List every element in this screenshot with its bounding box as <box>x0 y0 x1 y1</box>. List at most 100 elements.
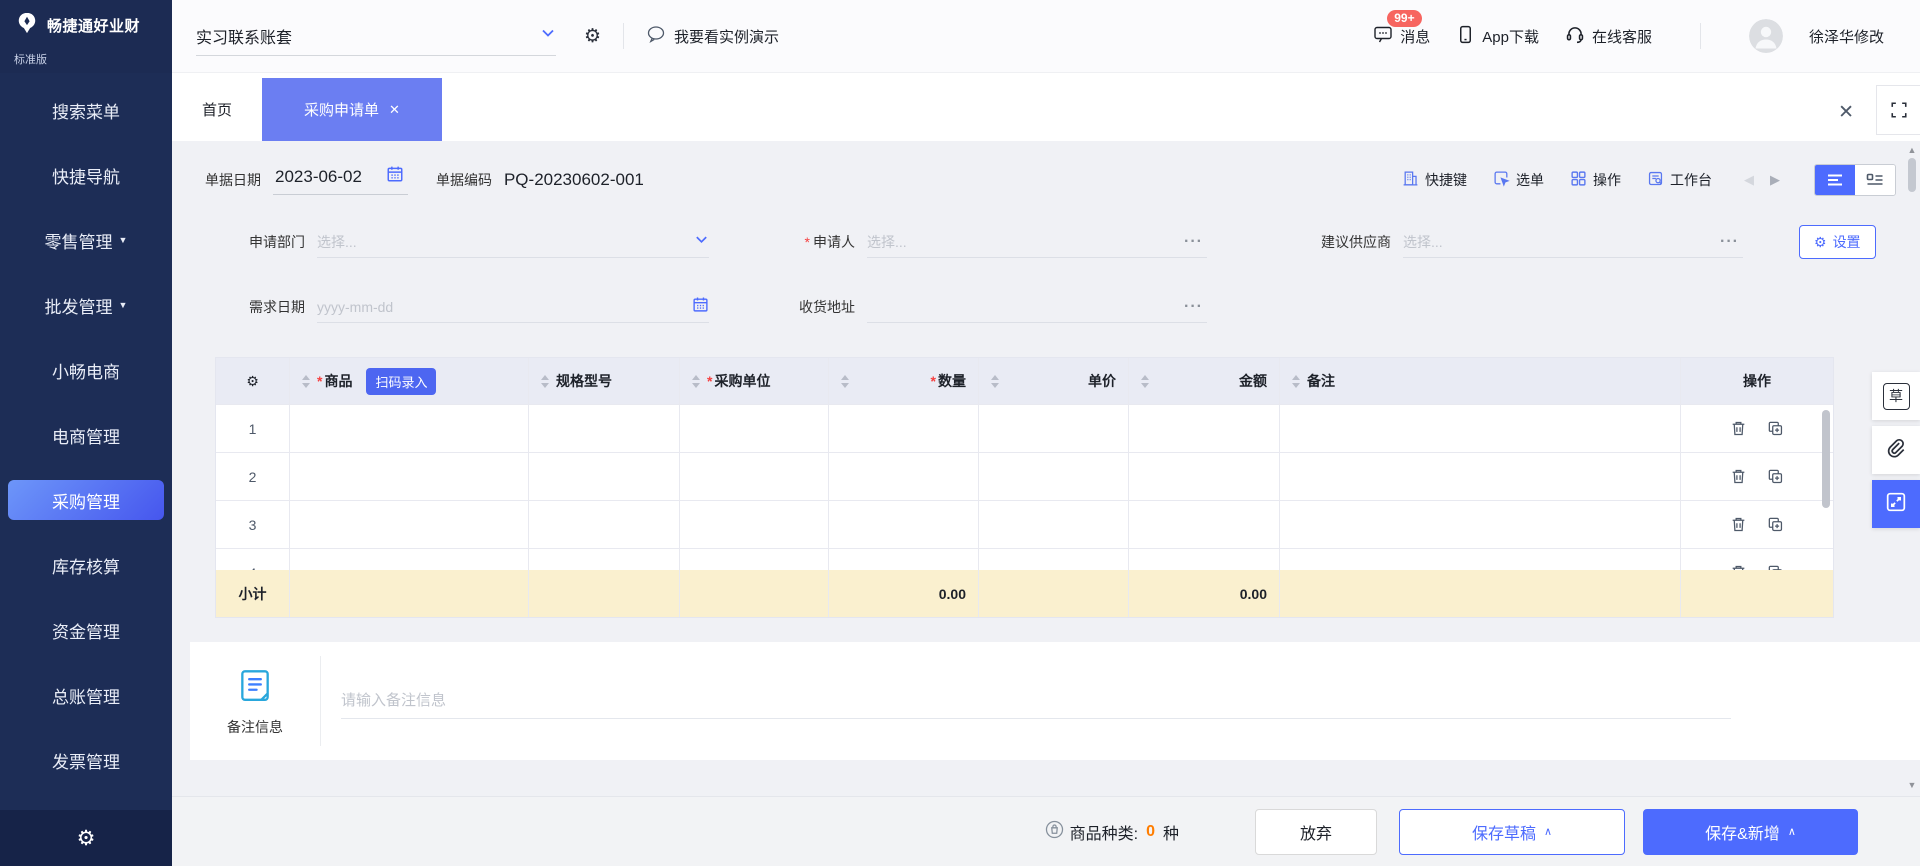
sidebar-item-4[interactable]: 小畅电商 <box>8 350 164 390</box>
sidebar-item-6[interactable]: 采购管理 <box>8 480 164 520</box>
settings-button[interactable]: ⚙ 设置 <box>1799 225 1876 259</box>
attachment-button[interactable] <box>1872 426 1920 474</box>
discard-button[interactable]: 放弃 <box>1255 808 1377 855</box>
copy-row-icon[interactable] <box>1767 516 1784 533</box>
next-doc-icon[interactable]: ▶ <box>1770 172 1780 188</box>
sidebar-item-8[interactable]: 资金管理 <box>8 610 164 650</box>
empty-cell[interactable] <box>1280 501 1681 548</box>
calendar-icon[interactable] <box>692 296 709 318</box>
empty-cell[interactable] <box>290 549 529 570</box>
sidebar-item-7[interactable]: 库存核算 <box>8 545 164 585</box>
tab-home[interactable]: 首页 <box>172 78 262 141</box>
tab-purchase-request[interactable]: 采购申请单 ✕ <box>262 78 442 141</box>
save-new-button[interactable]: 保存&新增 ∧ <box>1643 808 1858 855</box>
empty-cell[interactable] <box>290 453 529 500</box>
gear-icon[interactable]: ⚙ <box>584 25 601 48</box>
empty-cell[interactable] <box>680 501 829 548</box>
remark-input[interactable] <box>341 683 1731 719</box>
calendar-icon[interactable] <box>386 165 404 188</box>
gear-icon[interactable]: ⚙ <box>246 373 259 390</box>
online-service-button[interactable]: 在线客服 <box>1565 24 1652 48</box>
sort-icon[interactable] <box>541 374 549 388</box>
ellipsis-icon[interactable]: ··· <box>1716 233 1743 251</box>
delete-row-icon[interactable] <box>1730 420 1747 437</box>
gear-icon[interactable]: ⚙ <box>77 826 96 851</box>
app-download-button[interactable]: App下载 <box>1456 25 1539 48</box>
department-select[interactable] <box>317 233 694 250</box>
supplier-select[interactable] <box>1403 233 1717 250</box>
empty-cell[interactable] <box>680 549 829 570</box>
empty-cell[interactable] <box>1129 453 1280 500</box>
messages-button[interactable]: 99+ 消息 <box>1373 10 1430 48</box>
applicant-select[interactable] <box>867 233 1181 250</box>
sidebar-item-1[interactable]: 快捷导航 <box>8 155 164 195</box>
empty-cell[interactable] <box>290 501 529 548</box>
card-view-button[interactable] <box>1855 165 1895 195</box>
sidebar-item-2[interactable]: 零售管理 ▼ <box>8 220 164 260</box>
save-draft-button[interactable]: 保存草稿 ∧ <box>1399 808 1625 855</box>
copy-row-icon[interactable] <box>1767 420 1784 437</box>
toolbar-item-1[interactable]: 选单 <box>1493 170 1544 190</box>
draft-box-button[interactable]: 草 <box>1872 372 1920 420</box>
address-input[interactable] <box>867 298 1181 315</box>
sort-icon[interactable] <box>302 374 310 388</box>
empty-cell[interactable] <box>529 453 680 500</box>
empty-cell[interactable] <box>829 453 979 500</box>
chevron-down-icon[interactable] <box>694 232 709 252</box>
doc-date-field[interactable]: 2023-06-02 <box>273 165 408 195</box>
sidebar-item-9[interactable]: 总账管理 <box>8 675 164 715</box>
empty-cell[interactable] <box>680 453 829 500</box>
empty-cell[interactable] <box>1280 453 1681 500</box>
sort-icon[interactable] <box>692 374 700 388</box>
logo[interactable]: 畅捷通好业财 标准版 <box>0 0 172 73</box>
empty-cell[interactable] <box>1129 549 1280 570</box>
empty-cell[interactable] <box>680 405 829 452</box>
copy-row-icon[interactable] <box>1767 468 1784 485</box>
sidebar-item-3[interactable]: 批发管理 ▼ <box>8 285 164 325</box>
delete-row-icon[interactable] <box>1730 468 1747 485</box>
empty-cell[interactable] <box>979 501 1129 548</box>
table-scrollbar-thumb[interactable] <box>1822 410 1830 508</box>
empty-cell[interactable] <box>290 405 529 452</box>
empty-cell[interactable] <box>529 501 680 548</box>
toolbar-item-3[interactable]: 工作台 <box>1647 170 1712 190</box>
sidebar-item-0[interactable]: 搜索菜单 <box>8 90 164 130</box>
scan-input-button[interactable]: 扫码录入 <box>366 367 437 395</box>
fullscreen-icon[interactable] <box>1876 85 1920 135</box>
empty-cell[interactable] <box>1129 501 1280 548</box>
empty-cell[interactable] <box>829 405 979 452</box>
toolbar-item-0[interactable]: 快捷键 <box>1402 170 1467 190</box>
ellipsis-icon[interactable]: ··· <box>1180 233 1207 251</box>
sort-icon[interactable] <box>1292 374 1300 388</box>
empty-cell[interactable] <box>529 405 680 452</box>
user-name[interactable]: 徐泽华修改 <box>1809 26 1884 47</box>
sort-icon[interactable] <box>1141 374 1149 388</box>
scroll-down-icon[interactable]: ▼ <box>1906 780 1918 790</box>
scroll-up-icon[interactable]: ▲ <box>1906 145 1918 155</box>
account-select[interactable]: 实习联系账套 <box>196 16 556 56</box>
empty-cell[interactable] <box>979 453 1129 500</box>
need-date-input[interactable] <box>317 298 692 315</box>
avatar[interactable] <box>1748 19 1783 53</box>
scrollbar-thumb[interactable] <box>1908 158 1916 192</box>
sidebar-item-5[interactable]: 电商管理 <box>8 415 164 455</box>
empty-cell[interactable] <box>829 501 979 548</box>
empty-cell[interactable] <box>1280 549 1681 570</box>
demo-link[interactable]: 我要看实例演示 <box>646 24 779 48</box>
empty-cell[interactable] <box>979 549 1129 570</box>
empty-cell[interactable] <box>979 405 1129 452</box>
prev-doc-icon[interactable]: ◀ <box>1744 172 1754 188</box>
empty-cell[interactable] <box>529 549 680 570</box>
sort-icon[interactable] <box>991 374 999 388</box>
expand-button[interactable] <box>1872 480 1920 528</box>
empty-cell[interactable] <box>1280 405 1681 452</box>
delete-row-icon[interactable] <box>1730 516 1747 533</box>
toolbar-item-2[interactable]: 操作 <box>1570 170 1621 190</box>
empty-cell[interactable] <box>829 549 979 570</box>
sidebar-item-10[interactable]: 发票管理 <box>8 740 164 780</box>
close-tab-icon[interactable]: ✕ <box>389 102 400 118</box>
empty-cell[interactable] <box>1129 405 1280 452</box>
list-view-button[interactable] <box>1815 165 1855 195</box>
ellipsis-icon[interactable]: ··· <box>1180 298 1207 316</box>
close-icon[interactable]: ✕ <box>1838 101 1854 124</box>
